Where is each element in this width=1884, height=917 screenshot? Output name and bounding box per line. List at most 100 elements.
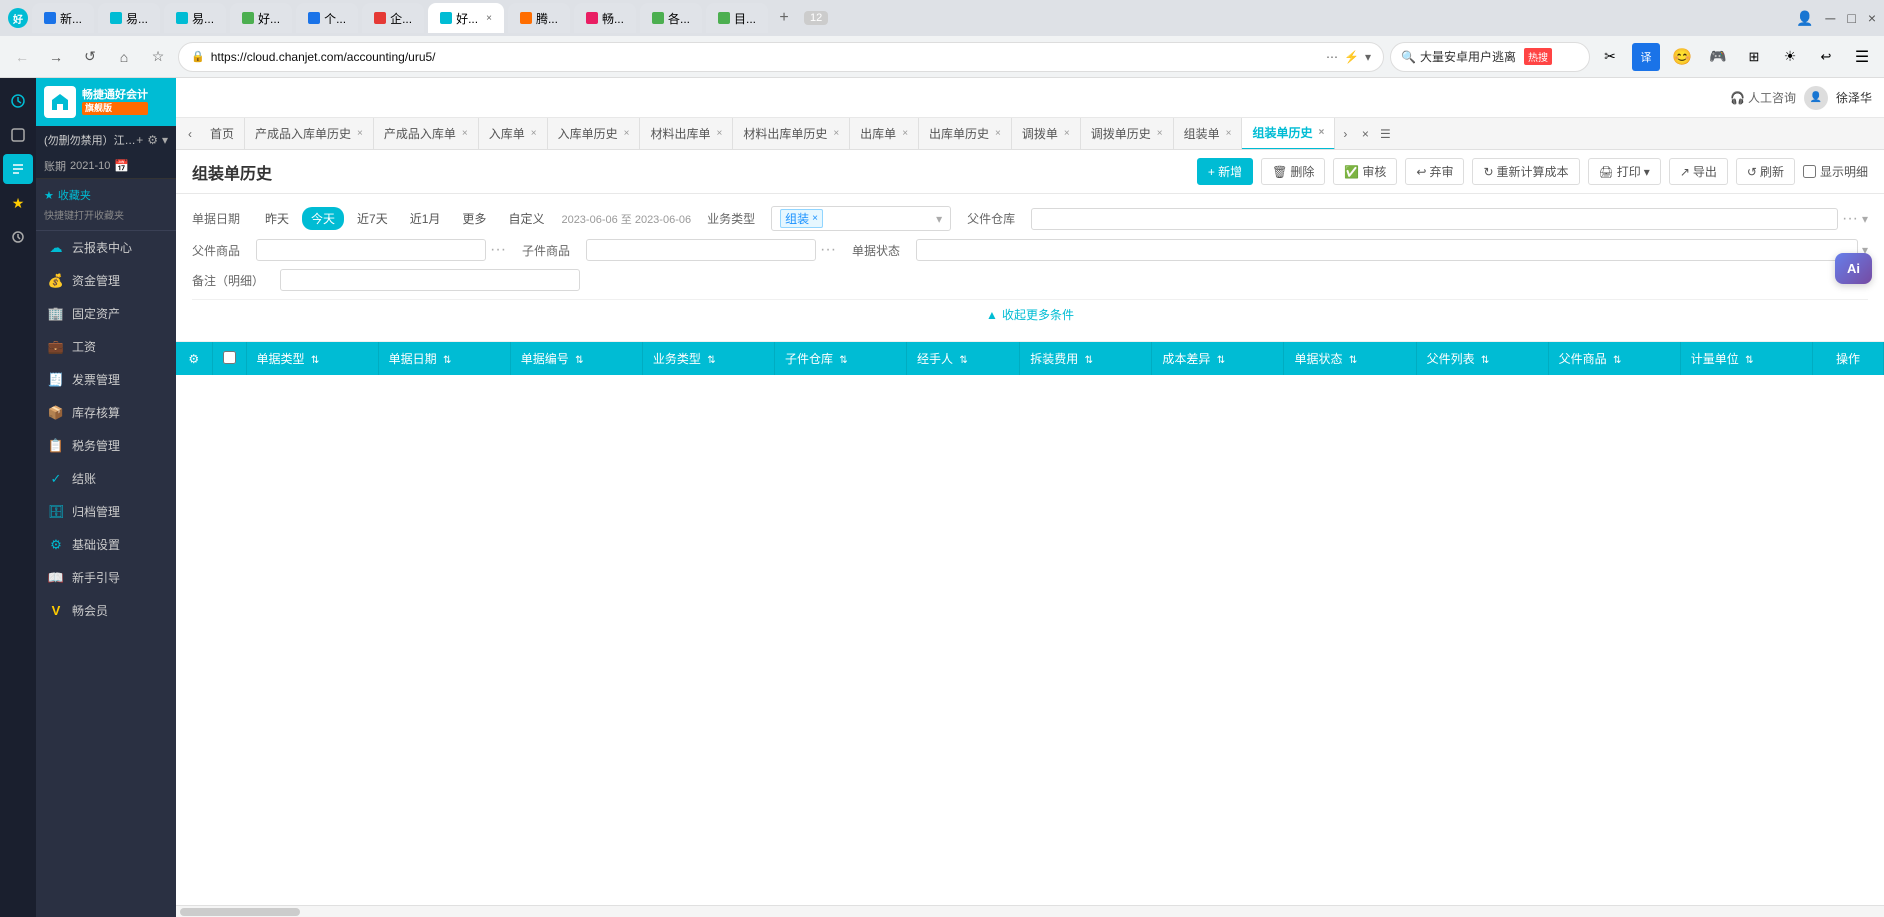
profile-icon[interactable]: 👤 — [1796, 10, 1813, 27]
tab-close-stock-out-history[interactable]: × — [995, 128, 1001, 139]
sort-bill-type[interactable]: ⇅ — [311, 355, 319, 366]
display-detail-toggle[interactable]: 显示明细 — [1803, 163, 1868, 180]
tab-transfer-history[interactable]: 调拨单历史 × — [1081, 118, 1174, 150]
browser-tab-10[interactable]: 各... — [640, 3, 702, 33]
date-yesterday-btn[interactable]: 昨天 — [256, 207, 298, 230]
sidebar-item-tax[interactable]: 📋 税务管理 — [36, 429, 176, 462]
th-settings[interactable]: ⚙ — [176, 342, 212, 375]
browser-tab-2[interactable]: 易... — [98, 3, 160, 33]
new-tab-button[interactable]: + — [772, 6, 796, 30]
date-1month-btn[interactable]: 近1月 — [401, 207, 450, 230]
minimize-button[interactable]: ─ — [1825, 10, 1835, 26]
search-area[interactable]: 🔍 大量安卓用户逃离 热搜 — [1390, 42, 1590, 72]
user-avatar[interactable]: 👤 — [1804, 86, 1828, 110]
tab-stock-out[interactable]: 出库单 × — [850, 118, 919, 150]
tab-product-in-history[interactable]: 产成品入库单历史 × — [245, 118, 374, 150]
abandon-button[interactable]: ↩ 弃审 — [1405, 158, 1464, 185]
collapse-more-conditions-btn[interactable]: ▲ 收起更多条件 — [192, 299, 1868, 329]
business-type-input[interactable]: 组装 × ▾ — [771, 206, 951, 231]
display-detail-checkbox[interactable] — [1803, 165, 1816, 178]
print-button[interactable]: 🖨 打印 ▾ — [1588, 158, 1661, 185]
tab-home[interactable]: 首页 — [200, 118, 245, 150]
horizontal-scrollbar[interactable] — [176, 905, 1884, 917]
browser-tab-1[interactable]: 新... — [32, 3, 94, 33]
remark-input[interactable] — [280, 269, 580, 291]
back-button[interactable]: ← — [8, 43, 36, 71]
sort-child-warehouse[interactable]: ⇅ — [839, 355, 847, 366]
company-selector[interactable]: (勿删勿禁用）江西服宝测试专用 + ⚙ ▾ — [36, 126, 176, 154]
th-cost-diff[interactable]: 成本差异 ⇅ — [1152, 342, 1284, 375]
tabs-next-button[interactable]: › — [1335, 118, 1355, 150]
date-today-btn[interactable]: 今天 — [302, 207, 344, 230]
tab-close-transfer[interactable]: × — [1064, 128, 1070, 139]
settings-icon[interactable]: ⚙ — [188, 352, 199, 366]
parent-warehouse-input[interactable] — [1031, 208, 1838, 230]
export-button[interactable]: ↗ 导出 — [1669, 158, 1728, 185]
sidebar-item-settlement[interactable]: ✓ 结账 — [36, 462, 176, 495]
print-dropdown-icon[interactable]: ▾ — [1644, 165, 1650, 179]
sort-unit[interactable]: ⇅ — [1745, 355, 1753, 366]
tab-close-stock-out[interactable]: × — [902, 128, 908, 139]
business-type-dropdown-icon[interactable]: ▾ — [936, 212, 942, 226]
sidebar-item-funds[interactable]: 💰 资金管理 — [36, 264, 176, 297]
tabs-prev-button[interactable]: ‹ — [180, 118, 200, 150]
bill-status-input[interactable] — [916, 239, 1858, 261]
date-more-btn[interactable]: 更多 — [453, 207, 495, 230]
sort-business-type[interactable]: ⇅ — [707, 355, 715, 366]
sidebar-item-payroll[interactable]: 💼 工资 — [36, 330, 176, 363]
undo-icon[interactable]: ↩ — [1812, 43, 1840, 71]
tab-product-in[interactable]: 产成品入库单 × — [374, 118, 479, 150]
sort-bill-no[interactable]: ⇅ — [575, 355, 583, 366]
sidebar-item-inventory[interactable]: 📦 库存核算 — [36, 396, 176, 429]
brightness-icon[interactable]: ☀ — [1776, 43, 1804, 71]
sort-parent-goods[interactable]: ⇅ — [1613, 355, 1621, 366]
close-button[interactable]: × — [1868, 10, 1876, 26]
th-handler[interactable]: 经手人 ⇅ — [907, 342, 1020, 375]
tab-material-out-history[interactable]: 材料出库单历史 × — [733, 118, 850, 150]
tabs-close-all-button[interactable]: × — [1355, 118, 1375, 150]
tab-close-material-out[interactable]: × — [716, 128, 722, 139]
sidebar-item-member[interactable]: V 畅会员 — [36, 594, 176, 627]
sort-bill-date[interactable]: ⇅ — [443, 355, 451, 366]
th-bill-type[interactable]: 单据类型 ⇅ — [246, 342, 378, 375]
emoji-icon[interactable]: 😊 — [1668, 43, 1696, 71]
browser-tab-7[interactable]: 好... × — [428, 3, 504, 33]
tab-close-transfer-history[interactable]: × — [1157, 128, 1163, 139]
grid-icon[interactable]: ⊞ — [1740, 43, 1768, 71]
tab-transfer[interactable]: 调拨单 × — [1012, 118, 1081, 150]
scroll-thumb[interactable] — [180, 908, 300, 916]
parent-warehouse-dots[interactable]: ··· — [1842, 210, 1858, 228]
tab-stock-in[interactable]: 入库单 × — [479, 118, 548, 150]
sidebar-item-guide[interactable]: 📖 新手引导 — [36, 561, 176, 594]
th-bill-status[interactable]: 单据状态 ⇅ — [1284, 342, 1416, 375]
sidebar-strip-icon-3[interactable] — [3, 154, 33, 184]
th-parent-goods[interactable]: 父件商品 ⇅ — [1548, 342, 1680, 375]
refresh-button[interactable]: ↺ — [76, 43, 104, 71]
date-7days-btn[interactable]: 近7天 — [348, 207, 397, 230]
tab-close-product-in-history[interactable]: × — [357, 128, 363, 139]
browser-tab-5[interactable]: 个... — [296, 3, 358, 33]
recalculate-button[interactable]: ↻ 重新计算成本 — [1472, 158, 1579, 185]
tab-stock-in-history[interactable]: 入库单历史 × — [548, 118, 641, 150]
game-icon[interactable]: 🎮 — [1704, 43, 1732, 71]
scissors-icon[interactable]: ✂ — [1596, 43, 1624, 71]
sidebar-strip-icon-2[interactable] — [3, 120, 33, 150]
th-child-warehouse[interactable]: 子件仓库 ⇅ — [774, 342, 906, 375]
tab-material-out[interactable]: 材料出库单 × — [640, 118, 733, 150]
add-button[interactable]: + 新增 — [1197, 158, 1253, 185]
tab-stock-out-history[interactable]: 出库单历史 × — [919, 118, 1012, 150]
bookmark-button[interactable]: ☆ — [144, 43, 172, 71]
refresh-button[interactable]: ↺ 刷新 — [1736, 158, 1795, 185]
translate-icon[interactable]: 译 — [1632, 43, 1660, 71]
tab-close-stock-in[interactable]: × — [531, 128, 537, 139]
address-bar[interactable]: 🔒 https://cloud.chanjet.com/accounting/u… — [178, 42, 1384, 72]
th-checkbox[interactable] — [212, 342, 246, 375]
company-settings-icon[interactable]: ⚙ — [147, 133, 158, 147]
parent-goods-dots[interactable]: ··· — [490, 241, 506, 259]
company-add-icon[interactable]: + — [136, 133, 143, 147]
sidebar-item-basic-settings[interactable]: ⚙ 基础设置 — [36, 528, 176, 561]
calendar-icon[interactable]: 📅 — [114, 159, 129, 173]
th-bill-date[interactable]: 单据日期 ⇅ — [378, 342, 510, 375]
user-name-text[interactable]: 徐泽华 — [1836, 89, 1872, 106]
th-parent-list[interactable]: 父件列表 ⇅ — [1416, 342, 1548, 375]
